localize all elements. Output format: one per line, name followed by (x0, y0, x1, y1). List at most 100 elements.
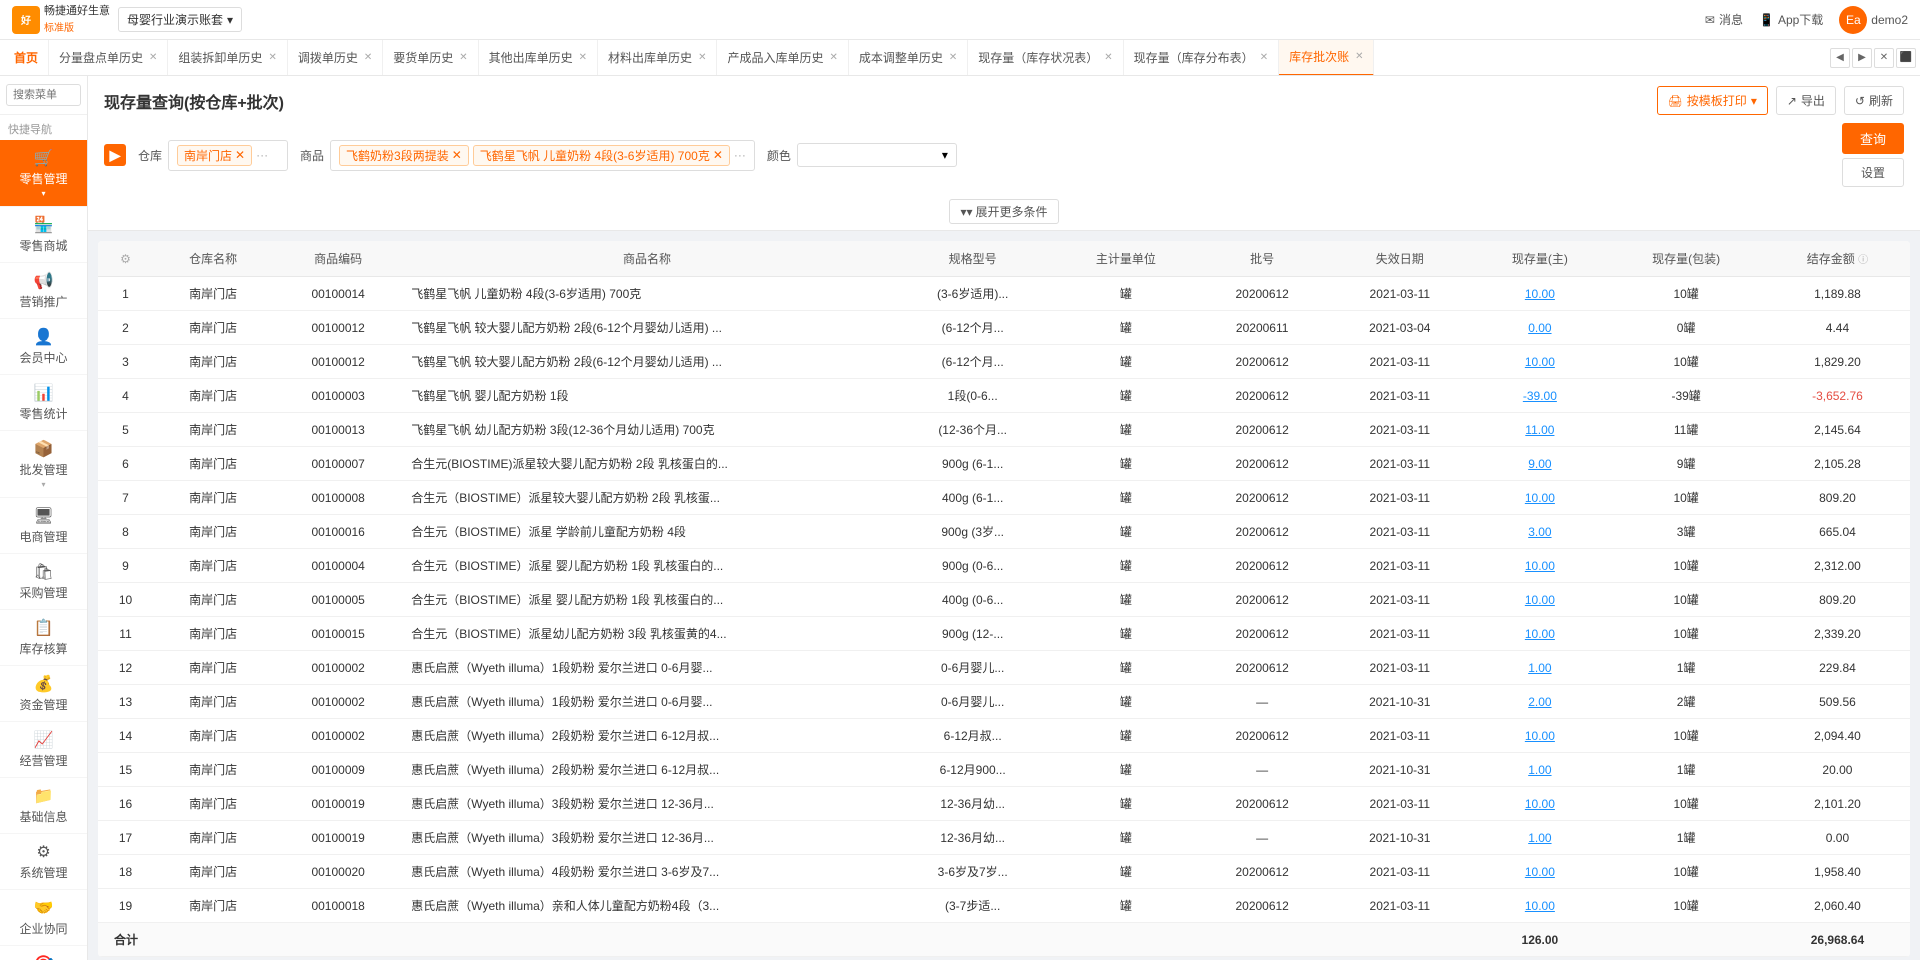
tab-11[interactable]: 库存批次账 ✕ (1279, 40, 1374, 76)
cell-qty[interactable]: 10.00 (1472, 345, 1607, 379)
tab-home[interactable]: 首页 (4, 40, 49, 76)
th-settings[interactable]: ⚙ (98, 241, 153, 277)
row-number: 17 (98, 821, 153, 855)
cell-qty-pkg: 0罐 (1607, 311, 1765, 345)
export-button[interactable]: ↗ 导出 (1776, 86, 1836, 115)
remove-product-tag-2[interactable]: ✕ (713, 148, 723, 162)
info-icon[interactable]: ⓘ (1858, 255, 1868, 266)
close-icon[interactable]: ✕ (364, 52, 372, 63)
cell-qty[interactable]: 11.00 (1472, 413, 1607, 447)
tab-next-arrow[interactable]: ▶ (1852, 48, 1872, 68)
remove-warehouse-tag[interactable]: ✕ (235, 148, 245, 162)
sidebar-item-inventory[interactable]: 📋 库存核算 (0, 610, 87, 666)
cell-qty-pkg: 1罐 (1607, 651, 1765, 685)
close-icon[interactable]: ✕ (268, 52, 276, 63)
tab-2[interactable]: 组装拆卸单历史 ✕ (168, 40, 287, 76)
cell-qty[interactable]: 2.00 (1472, 685, 1607, 719)
table-row: 9 南岸门店 00100004 合生元（BIOSTIME）派星 婴儿配方奶粉 1… (98, 549, 1910, 583)
th-unit: 主计量单位 (1055, 241, 1198, 277)
filter-expand-button[interactable]: ▶ (104, 144, 126, 166)
sidebar-item-member[interactable]: 👤 会员中心 (0, 319, 87, 375)
query-button[interactable]: 查询 (1842, 123, 1904, 154)
message-btn[interactable]: ✉ 消息 (1705, 11, 1743, 28)
tab-close-arrow[interactable]: ✕ (1874, 48, 1894, 68)
warehouse-input[interactable]: 南岸门店 ✕ ··· (168, 140, 288, 171)
cell-batch: 20200612 (1197, 277, 1327, 311)
sidebar-item-purchase[interactable]: 🛍 采购管理 (0, 554, 87, 610)
close-icon[interactable]: ✕ (829, 52, 837, 63)
search-input[interactable] (6, 84, 81, 106)
user-profile[interactable]: Ea demo2 (1839, 6, 1908, 34)
account-dropdown[interactable]: 母婴行业演示账套 ▾ (118, 7, 242, 32)
expand-more-conditions-button[interactable]: ▾▾ 展开更多条件 (949, 199, 1058, 224)
cell-qty[interactable]: -39.00 (1472, 379, 1607, 413)
close-icon[interactable]: ✕ (579, 52, 587, 63)
close-icon[interactable]: ✕ (949, 52, 957, 63)
tab-4[interactable]: 要货单历史 ✕ (383, 40, 478, 76)
app-download-btn[interactable]: 📱 App下载 (1759, 11, 1823, 28)
sidebar-item-ecommerce[interactable]: 🖥 电商管理 (0, 498, 87, 554)
cell-qty[interactable]: 1.00 (1472, 651, 1607, 685)
cell-qty[interactable]: 10.00 (1472, 481, 1607, 515)
close-icon[interactable]: ✕ (459, 52, 467, 63)
tab-arrows: ◀ ▶ ✕ ⬛ (1830, 48, 1916, 68)
cell-qty[interactable]: 3.00 (1472, 515, 1607, 549)
cell-qty[interactable]: 10.00 (1472, 549, 1607, 583)
cell-qty[interactable]: 10.00 (1472, 719, 1607, 753)
sidebar-item-marketing[interactable]: 📢 营销推广 (0, 263, 87, 319)
cell-qty[interactable]: 1.00 (1472, 753, 1607, 787)
filter-more-dots[interactable]: ··· (256, 148, 268, 162)
remove-product-tag-1[interactable]: ✕ (452, 148, 462, 162)
sidebar-item-stats[interactable]: 📊 零售统计 (0, 375, 87, 431)
tab-8[interactable]: 成本调整单历史 ✕ (849, 40, 968, 76)
sidebar-item-wholesale[interactable]: 📦 批发管理 ▾ (0, 431, 87, 498)
settings-button[interactable]: 设置 (1842, 158, 1904, 187)
sidebar-item-guide[interactable]: 🎯 新手引导 (0, 946, 87, 960)
cell-spec: 400g (6-1... (891, 481, 1055, 515)
cell-qty-pkg: 10罐 (1607, 481, 1765, 515)
cell-name: 合生元（BIOSTIME）派星 婴儿配方奶粉 1段 乳核蛋白的... (403, 549, 891, 583)
cell-qty[interactable]: 10.00 (1472, 583, 1607, 617)
tab-6[interactable]: 材料出库单历史 ✕ (598, 40, 717, 76)
row-number: 15 (98, 753, 153, 787)
template-print-button[interactable]: 🖨 按模板打印 ▾ (1657, 86, 1768, 115)
cell-qty[interactable]: 10.00 (1472, 787, 1607, 821)
sidebar-item-operation[interactable]: 📈 经营管理 (0, 722, 87, 778)
cell-qty[interactable]: 10.00 (1472, 855, 1607, 889)
filter-product-more[interactable]: ··· (734, 148, 746, 162)
close-icon[interactable]: ✕ (1355, 51, 1363, 62)
close-icon[interactable]: ✕ (1104, 52, 1112, 63)
tab-10[interactable]: 现存量（库存分布表） ✕ (1124, 40, 1279, 76)
sidebar-item-basic[interactable]: 📁 基础信息 (0, 778, 87, 834)
cell-qty[interactable]: 10.00 (1472, 277, 1607, 311)
cell-warehouse: 南岸门店 (153, 515, 273, 549)
tab-5[interactable]: 其他出库单历史 ✕ (479, 40, 598, 76)
tab-7[interactable]: 产成品入库单历史 ✕ (717, 40, 848, 76)
color-input[interactable]: ▾ (797, 143, 957, 167)
close-icon[interactable]: ✕ (1260, 52, 1268, 63)
cell-qty[interactable]: 10.00 (1472, 889, 1607, 923)
tab-3[interactable]: 调拨单历史 ✕ (288, 40, 383, 76)
cell-expire: 2021-03-11 (1327, 345, 1472, 379)
tab-expand-arrow[interactable]: ⬛ (1896, 48, 1916, 68)
table-row: 4 南岸门店 00100003 飞鹤星飞帆 婴儿配方奶粉 1段 1段(0-6..… (98, 379, 1910, 413)
sidebar-item-system[interactable]: ⚙ 系统管理 (0, 834, 87, 890)
product-tag-2: 飞鹤星飞帆 儿童奶粉 4段(3-6岁适用) 700克 ✕ (473, 145, 730, 166)
settings-gear-icon[interactable]: ⚙ (120, 252, 131, 266)
close-icon[interactable]: ✕ (149, 52, 157, 63)
sidebar-item-shop[interactable]: 🏪 零售商城 (0, 207, 87, 263)
tab-9[interactable]: 现存量（库存状况表） ✕ (968, 40, 1123, 76)
page-title: 现存量查询(按仓库+批次) (104, 89, 284, 113)
cell-qty[interactable]: 10.00 (1472, 617, 1607, 651)
refresh-button[interactable]: ↺ 刷新 (1844, 86, 1904, 115)
close-icon[interactable]: ✕ (698, 52, 706, 63)
sidebar-item-retail[interactable]: 🛒 零售管理 ▾ (0, 140, 87, 207)
product-input[interactable]: 飞鹤奶粉3段两提装 ✕ 飞鹤星飞帆 儿童奶粉 4段(3-6岁适用) 700克 ✕… (330, 140, 755, 171)
sidebar-item-collab[interactable]: 🤝 企业协同 (0, 890, 87, 946)
cell-qty[interactable]: 1.00 (1472, 821, 1607, 855)
cell-qty[interactable]: 9.00 (1472, 447, 1607, 481)
cell-qty[interactable]: 0.00 (1472, 311, 1607, 345)
tab-prev-arrow[interactable]: ◀ (1830, 48, 1850, 68)
tab-1[interactable]: 分量盘点单历史 ✕ (49, 40, 168, 76)
sidebar-item-finance[interactable]: 💰 资金管理 (0, 666, 87, 722)
